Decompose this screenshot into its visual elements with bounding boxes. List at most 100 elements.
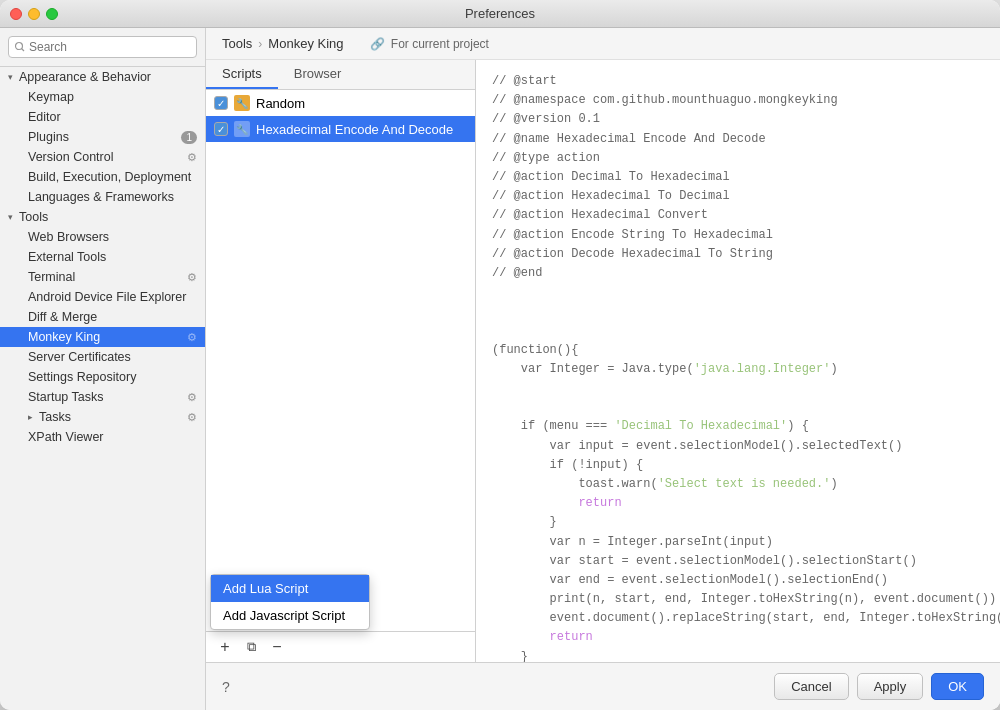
script-icon: 🔧	[234, 95, 250, 111]
scripts-list: 🔧 Random 🔧 Hexadecimal Encode And Decode	[206, 90, 475, 631]
sidebar-item-keymap[interactable]: Keymap	[0, 87, 205, 107]
minimize-button[interactable]	[28, 8, 40, 20]
ok-button[interactable]: OK	[931, 673, 984, 700]
code-line: var n = Integer.parseInt(input)	[492, 533, 984, 552]
sidebar-item-settings-repo[interactable]: Settings Repository	[0, 367, 205, 387]
script-label: Random	[256, 96, 305, 111]
content-area: ▾ Appearance & Behavior Keymap Editor Pl…	[0, 28, 1000, 710]
code-line: return	[492, 494, 984, 513]
scripts-toolbar: + ⧉ − Add Lua Script Add Javascript Scri…	[206, 631, 475, 662]
tab-scripts[interactable]: Scripts	[206, 60, 278, 89]
code-line: // @action Hexadecimal To Decimal	[492, 187, 984, 206]
code-line: // @name Hexadecimal Encode And Decode	[492, 130, 984, 149]
tab-browser[interactable]: Browser	[278, 60, 358, 89]
apply-button[interactable]: Apply	[857, 673, 924, 700]
gear-icon: ⚙	[187, 331, 197, 344]
add-script-dropdown: Add Lua Script Add Javascript Script	[210, 574, 370, 630]
sidebar-item-monkey-king[interactable]: Monkey King ⚙	[0, 327, 205, 347]
footer-buttons: Cancel Apply OK	[774, 673, 984, 700]
add-javascript-script-item[interactable]: Add Javascript Script	[211, 602, 369, 629]
sidebar-item-editor[interactable]: Editor	[0, 107, 205, 127]
code-line: (function(){	[492, 341, 984, 360]
code-line: // @namespace com.github.mounthuaguo.mon…	[492, 91, 984, 110]
code-line: var end = event.selectionModel().selecti…	[492, 571, 984, 590]
script-label: Hexadecimal Encode And Decode	[256, 122, 453, 137]
code-line: if (menu === 'Decimal To Hexadecimal') {	[492, 417, 984, 436]
code-line: // @type action	[492, 149, 984, 168]
list-item[interactable]: 🔧 Random	[206, 90, 475, 116]
script-checkbox[interactable]	[214, 96, 228, 110]
copy-script-button[interactable]: ⧉	[240, 636, 262, 658]
code-line: print(n, start, end, Integer.toHexString…	[492, 590, 984, 609]
code-line: }	[492, 648, 984, 662]
breadcrumb-separator: ›	[258, 37, 262, 51]
gear-icon: ⚙	[187, 151, 197, 164]
footer: ? Cancel Apply OK	[206, 662, 1000, 710]
code-line: // @action Decimal To Hexadecimal	[492, 168, 984, 187]
sidebar-item-version-control[interactable]: Version Control ⚙	[0, 147, 205, 167]
cancel-button[interactable]: Cancel	[774, 673, 848, 700]
search-input[interactable]	[8, 36, 197, 58]
sidebar: ▾ Appearance & Behavior Keymap Editor Pl…	[0, 28, 206, 710]
sidebar-item-tools[interactable]: ▾ Tools	[0, 207, 205, 227]
code-content: // @start// @namespace com.github.mounth…	[476, 60, 1000, 662]
gear-icon: ⚙	[187, 411, 197, 424]
breadcrumb: Tools › Monkey King 🔗 For current projec…	[206, 28, 1000, 60]
main-panel: Tools › Monkey King 🔗 For current projec…	[206, 28, 1000, 710]
sidebar-item-terminal[interactable]: Terminal ⚙	[0, 267, 205, 287]
sidebar-item-build[interactable]: Build, Execution, Deployment	[0, 167, 205, 187]
traffic-lights	[10, 8, 58, 20]
sidebar-item-external-tools[interactable]: External Tools	[0, 247, 205, 267]
remove-script-button[interactable]: −	[266, 636, 288, 658]
sidebar-item-tasks[interactable]: ▸ Tasks ⚙	[0, 407, 205, 427]
chevron-down-icon: ▾	[8, 212, 13, 222]
sidebar-item-web-browsers[interactable]: Web Browsers	[0, 227, 205, 247]
sidebar-search-container	[0, 28, 205, 67]
titlebar: Preferences	[0, 0, 1000, 28]
code-line: // @action Encode String To Hexadecimal	[492, 226, 984, 245]
code-line: }	[492, 513, 984, 532]
help-button[interactable]: ?	[222, 679, 230, 695]
add-script-button[interactable]: +	[214, 636, 236, 658]
breadcrumb-parent[interactable]: Tools	[222, 36, 252, 51]
preferences-window: Preferences ▾ Appearance & Behavior Keym…	[0, 0, 1000, 710]
code-line: var start = event.selectionModel().selec…	[492, 552, 984, 571]
add-lua-script-item[interactable]: Add Lua Script	[211, 575, 369, 602]
code-line: // @start	[492, 72, 984, 91]
breadcrumb-current: Monkey King	[268, 36, 343, 51]
sidebar-item-android[interactable]: Android Device File Explorer	[0, 287, 205, 307]
code-line: event.document().replaceString(start, en…	[492, 609, 984, 628]
sidebar-item-languages[interactable]: Languages & Frameworks	[0, 187, 205, 207]
sidebar-item-plugins[interactable]: Plugins 1	[0, 127, 205, 147]
sidebar-item-appearance[interactable]: ▾ Appearance & Behavior	[0, 67, 205, 87]
code-line: if (!input) {	[492, 456, 984, 475]
code-line: var Integer = Java.type('java.lang.Integ…	[492, 360, 984, 379]
window-title: Preferences	[465, 6, 535, 21]
sidebar-item-startup-tasks[interactable]: Startup Tasks ⚙	[0, 387, 205, 407]
scripts-panel: Scripts Browser 🔧 Random 🔧 Hexadecimal	[206, 60, 476, 662]
link-icon: 🔗	[370, 37, 385, 51]
sidebar-item-diff-merge[interactable]: Diff & Merge	[0, 307, 205, 327]
code-line: // @action Decode Hexadecimal To String	[492, 245, 984, 264]
close-button[interactable]	[10, 8, 22, 20]
code-line: // @action Hexadecimal Convert	[492, 206, 984, 225]
code-line: // @version 0.1	[492, 110, 984, 129]
gear-icon: ⚙	[187, 391, 197, 404]
tabs-bar: Scripts Browser	[206, 60, 475, 90]
sidebar-item-xpath-viewer[interactable]: XPath Viewer	[0, 427, 205, 447]
code-line: // @end	[492, 264, 984, 283]
project-link[interactable]: 🔗 For current project	[370, 37, 489, 51]
code-line: toast.warn('Select text is needed.')	[492, 475, 984, 494]
script-icon: 🔧	[234, 121, 250, 137]
code-line: var input = event.selectionModel().selec…	[492, 437, 984, 456]
plugins-badge: 1	[181, 131, 197, 144]
sidebar-item-server-certs[interactable]: Server Certificates	[0, 347, 205, 367]
gear-icon: ⚙	[187, 271, 197, 284]
chevron-right-icon: ▸	[28, 412, 33, 422]
main-content: Scripts Browser 🔧 Random 🔧 Hexadecimal	[206, 60, 1000, 662]
script-checkbox[interactable]	[214, 122, 228, 136]
code-line: return	[492, 628, 984, 647]
code-panel: // @start// @namespace com.github.mounth…	[476, 60, 1000, 662]
maximize-button[interactable]	[46, 8, 58, 20]
list-item[interactable]: 🔧 Hexadecimal Encode And Decode	[206, 116, 475, 142]
